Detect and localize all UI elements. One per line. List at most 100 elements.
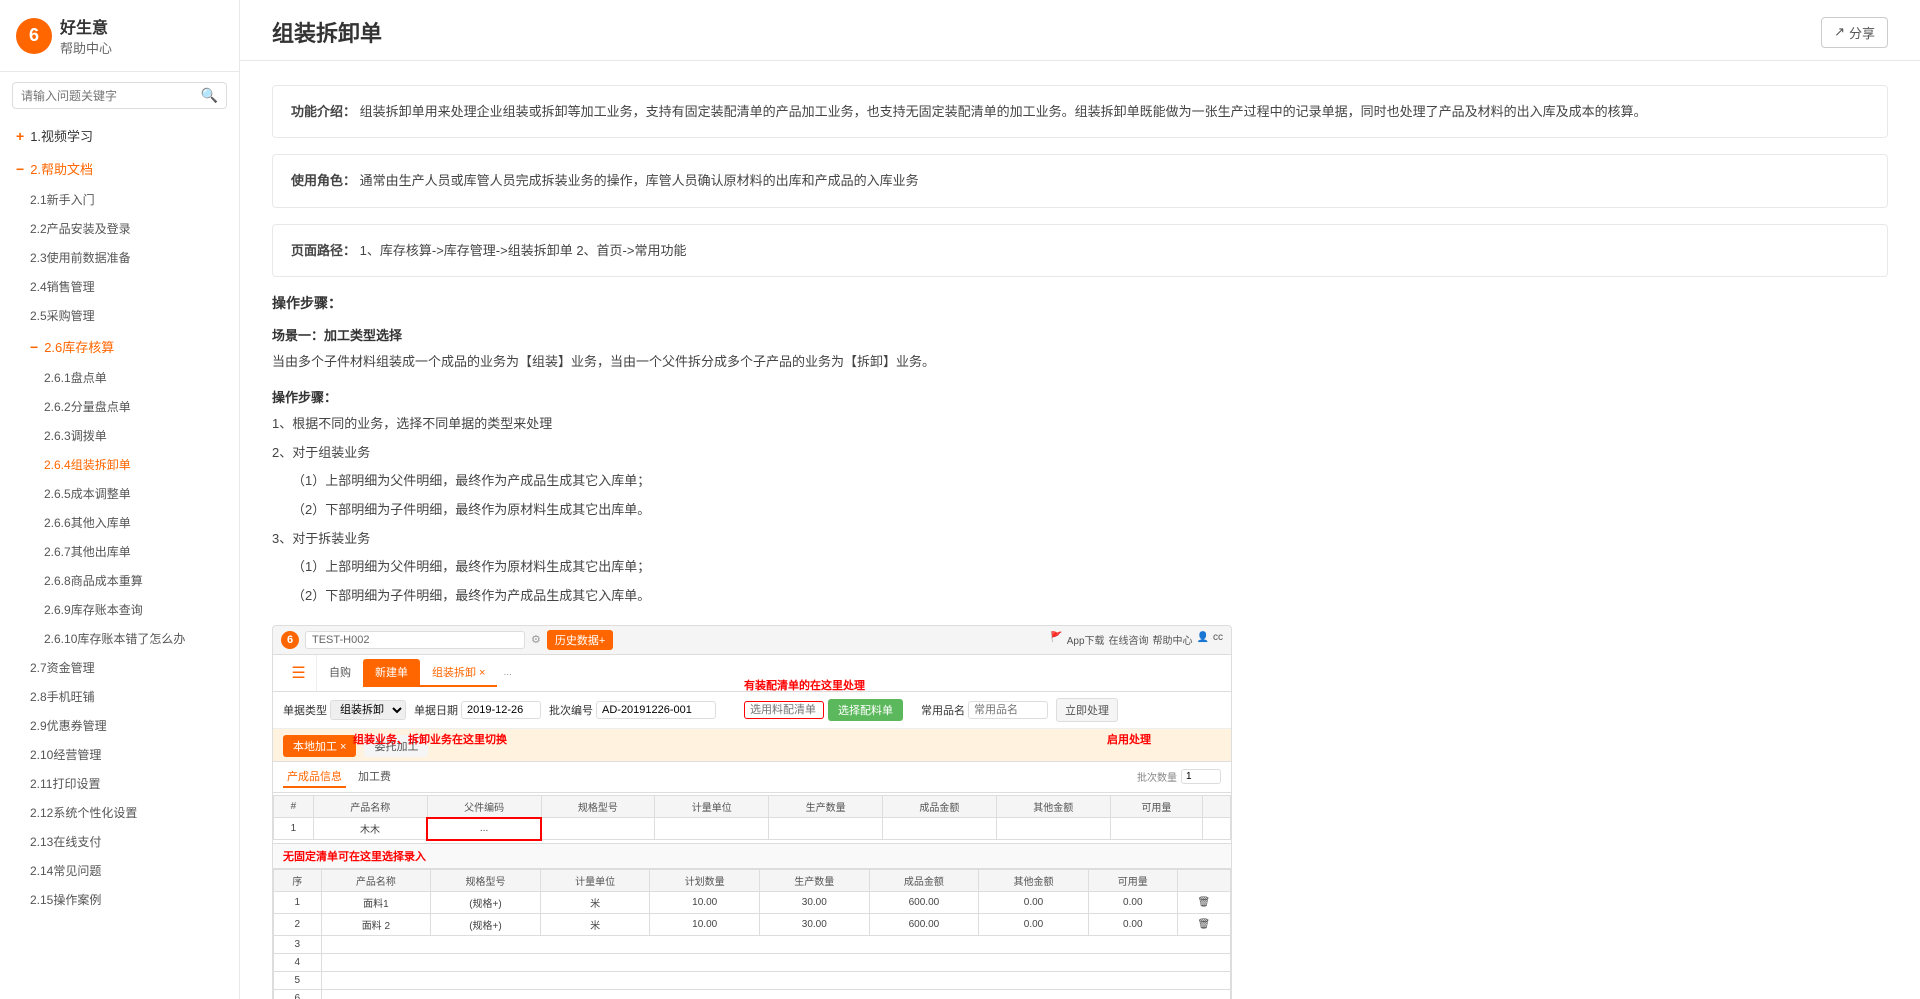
sidebar-item-2-6-6[interactable]: 2.6.6其他入库单	[0, 508, 239, 537]
main-content: 组装拆卸单 ↗ 分享 功能介绍： 组装拆卸单用来处理企业组装或拆卸等加工业务，支…	[240, 0, 1920, 999]
sidebar-item-2-6[interactable]: − 2.6库存核算	[0, 330, 239, 363]
sidebar-item-2-13[interactable]: 2.13在线支付	[0, 827, 239, 856]
mock-user-icon: 👤	[1197, 632, 1209, 647]
search-input[interactable]	[21, 89, 201, 103]
mock-top-table: # 产品名称 父件编码 规格型号 计量单位 生产数量 成品金额 其他金额 可用量	[273, 795, 1231, 841]
mock-history-btn[interactable]: 历史数据+	[547, 630, 613, 650]
mock-form-area: 单据类型 组装拆卸 单据日期 批次编号 有装配清单的在这里处理	[273, 692, 1231, 729]
table-row: 5	[274, 971, 1231, 989]
sidebar-item-2-6-5[interactable]: 2.6.5成本调整单	[0, 479, 239, 508]
share-button[interactable]: ↗ 分享	[1821, 17, 1888, 48]
annotation-enable: 启用处理	[1107, 734, 1151, 746]
intro-block: 功能介绍： 组装拆卸单用来处理企业组装或拆卸等加工业务，支持有固定装配清单的产品…	[272, 85, 1888, 138]
screenshot-container: 6 TEST-H002 ⚙ 历史数据+ 🚩 App下载 在线咨询 帮助中心 👤 …	[272, 625, 1232, 999]
sidebar-item-2-2[interactable]: 2.2产品安装及登录	[0, 214, 239, 243]
content-area: 功能介绍： 组装拆卸单用来处理企业组装或拆卸等加工业务，支持有固定装配清单的产品…	[240, 61, 1920, 999]
share-icon: ↗	[1834, 24, 1845, 40]
mock-sub-tabs: 产成品信息 加工费 批次数量	[273, 762, 1231, 793]
mock-enable-area: 启用处理	[1107, 731, 1151, 747]
sidebar-item-2-6-9[interactable]: 2.6.9库存账本查询	[0, 595, 239, 624]
sidebar-item-2-7[interactable]: 2.7资金管理	[0, 653, 239, 682]
mock-config-area: 有装配清单的在这里处理 选择配料单	[744, 699, 903, 721]
app-name: 好生意	[60, 14, 112, 38]
mock-settings-icon: ⚙	[531, 633, 541, 646]
mock-field-batch: 批次编号	[549, 701, 716, 719]
annotation-no-config: 无固定清单可在这里选择录入	[283, 851, 426, 863]
step1: 1、根据不同的业务，选择不同单据的类型来处理	[272, 412, 1888, 437]
sidebar-item-2-1[interactable]: 2.1新手入门	[0, 185, 239, 214]
step3-1: （1）上部明细为父件明细，最终作为原材料生成其它出库单；	[272, 555, 1888, 580]
sidebar-item-2-12[interactable]: 2.12系统个性化设置	[0, 798, 239, 827]
table-row: 2 面料 2 (规格+) 米 10.00 30.00 600.00 0.00 0…	[274, 913, 1231, 935]
mock-top-row-1: 1 木木 ...	[274, 818, 1231, 840]
mock-field-date: 单据日期	[414, 701, 541, 719]
sidebar-item-2-11[interactable]: 2.11打印设置	[0, 769, 239, 798]
main-header: 组装拆卸单 ↗ 分享	[240, 0, 1920, 61]
mock-btn-save[interactable]: 立即处理	[1056, 698, 1118, 722]
path-label: 页面路径：	[291, 243, 356, 258]
sidebar-item-2-6-7[interactable]: 2.6.7其他出库单	[0, 537, 239, 566]
mock-tab-assembly[interactable]: 组装拆卸 ×	[420, 659, 497, 687]
annotation-switch: 组装业务、拆卸业务在这里切换	[353, 731, 507, 747]
intro-label: 功能介绍：	[291, 104, 356, 119]
sidebar-item-2-9[interactable]: 2.9优惠券管理	[0, 711, 239, 740]
sidebar-item-2-6-1[interactable]: 2.6.1盘点单	[0, 363, 239, 392]
mock-sub-actions: 批次数量	[1137, 766, 1221, 788]
sidebar-item-2-6-10[interactable]: 2.6.10库存账本错了怎么办	[0, 624, 239, 653]
mock-action-label: 批次数量	[1137, 769, 1177, 784]
sidebar-item-2-6-3[interactable]: 2.6.3调拨单	[0, 421, 239, 450]
mock-logo: 6	[281, 631, 299, 649]
mock-tab-home[interactable]: 自购	[317, 659, 363, 687]
step3: 3、对于拆装业务	[272, 527, 1888, 552]
mock-input-date[interactable]	[461, 701, 541, 719]
scene1-title: 场景一：加工类型选择	[272, 325, 1888, 344]
mock-flag-icon: 🚩	[1050, 632, 1062, 647]
sidebar-item-2-6-2[interactable]: 2.6.2分量盘点单	[0, 392, 239, 421]
mock-url: TEST-H002	[305, 631, 525, 649]
sidebar: 6 好生意 帮助中心 🔍 + 1.视频学习 − 2.帮助文档 2.1新手入门 2…	[0, 0, 240, 999]
sidebar-item-2-10[interactable]: 2.10经营管理	[0, 740, 239, 769]
search-icon[interactable]: 🔍	[201, 87, 218, 104]
mock-tab-more[interactable]: ...	[497, 667, 517, 678]
step2-1: （1）上部明细为父件明细，最终作为产成品生成其它入库单；	[272, 469, 1888, 494]
role-block: 使用角色： 通常由生产人员或库管人员完成拆装业务的操作，库管人员确认原材料的出库…	[272, 154, 1888, 207]
intro-text: 组装拆卸单用来处理企业组装或拆卸等加工业务，支持有固定装配清单的产品加工业务，也…	[360, 104, 1647, 119]
role-text: 通常由生产人员或库管人员完成拆装业务的操作，库管人员确认原材料的出库和产成品的入…	[360, 173, 919, 188]
sidebar-item-2-6-4[interactable]: 2.6.4组装拆卸单	[0, 450, 239, 479]
sidebar-item-2-3[interactable]: 2.3使用前数据准备	[0, 243, 239, 272]
nav-section: + 1.视频学习 − 2.帮助文档 2.1新手入门 2.2产品安装及登录 2.3…	[0, 119, 239, 922]
table-row: 6	[274, 989, 1231, 999]
mock-field-common: 常用品名	[921, 701, 1048, 719]
mock-input-config[interactable]	[744, 701, 824, 719]
step2-2: （2）下部明细为子件明细，最终作为原材料生成其它出库单。	[272, 498, 1888, 523]
sidebar-item-2-4[interactable]: 2.4销售管理	[0, 272, 239, 301]
mock-help-icon: 帮助中心	[1153, 632, 1193, 647]
path-text: 1、库存核算->库存管理->组装拆卸单 2、首页->常用功能	[360, 243, 687, 258]
mock-input-common[interactable]	[968, 701, 1048, 719]
mock-select-type[interactable]: 组装拆卸	[330, 700, 406, 720]
step3-2: （2）下部明细为子件明细，最终作为产成品生成其它入库单。	[272, 584, 1888, 609]
mock-expand-icon: cc	[1213, 632, 1223, 647]
mock-field-type: 单据类型 组装拆卸	[283, 700, 406, 720]
mock-tab-local[interactable]: 本地加工 ×	[283, 735, 356, 757]
mock-input-batch[interactable]	[596, 701, 716, 719]
expand-icon-1: +	[16, 128, 24, 144]
mock-qty-input[interactable]	[1181, 769, 1221, 784]
expand-icon-2: −	[16, 161, 24, 177]
search-bar[interactable]: 🔍	[12, 82, 227, 109]
sidebar-item-2-14[interactable]: 2.14常见问题	[0, 856, 239, 885]
mock-subtab-product[interactable]: 产成品信息	[283, 766, 346, 788]
mock-app-icon: App下载	[1067, 632, 1105, 647]
sidebar-item-2-8[interactable]: 2.8手机旺铺	[0, 682, 239, 711]
sidebar-item-2-5[interactable]: 2.5采购管理	[0, 301, 239, 330]
mock-subtab-fee[interactable]: 加工费	[354, 766, 395, 788]
sidebar-item-help-docs[interactable]: − 2.帮助文档	[0, 152, 239, 185]
mock-nav-icon: ☰	[291, 663, 305, 683]
mock-btn-config[interactable]: 选择配料单	[828, 699, 903, 721]
sidebar-item-2-6-8[interactable]: 2.6.8商品成本重算	[0, 566, 239, 595]
sidebar-item-2-15[interactable]: 2.15操作案例	[0, 885, 239, 914]
mock-tab-new[interactable]: 新建单	[363, 659, 420, 687]
table-row: 4	[274, 953, 1231, 971]
sidebar-item-video[interactable]: + 1.视频学习	[0, 119, 239, 152]
role-label: 使用角色：	[291, 173, 356, 188]
